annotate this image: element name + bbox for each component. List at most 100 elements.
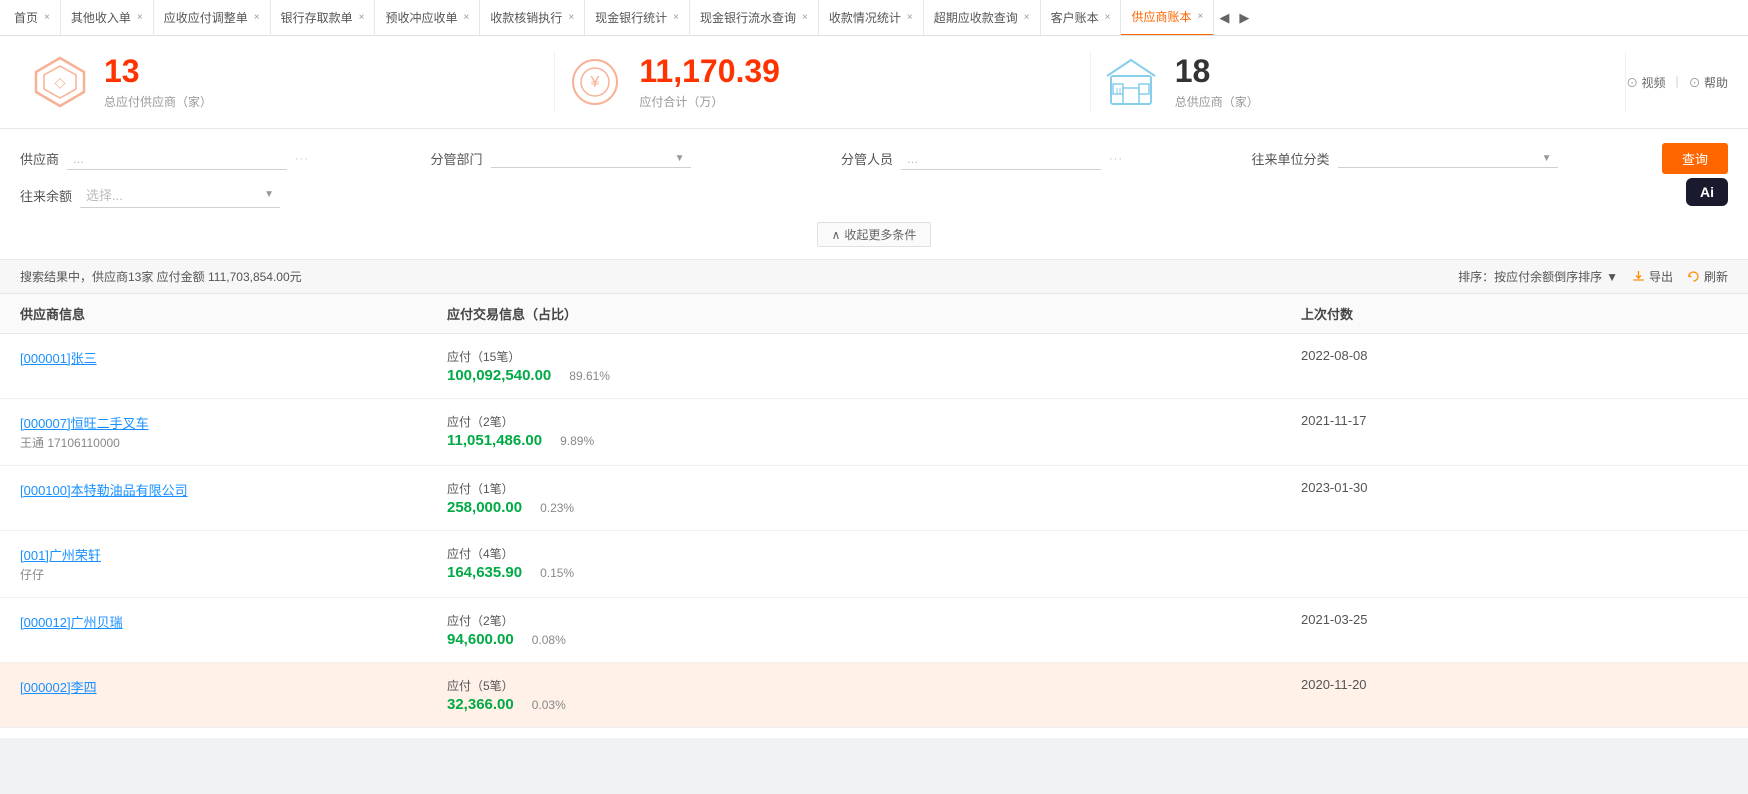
supplier-info-3: [001]广州荣轩 仔仔 xyxy=(20,545,447,583)
supplier-link-0[interactable]: [000001]张三 xyxy=(20,351,97,366)
payable-icon: ¥ xyxy=(565,52,625,112)
summary-actions: ⊙ 视频 | ⊙ 帮助 xyxy=(1626,74,1728,91)
supplier-icon: ◇ xyxy=(30,52,90,112)
supplier-info-0: [000001]张三 xyxy=(20,348,447,367)
col-header-lastpay: 上次付数 xyxy=(1301,304,1728,323)
close-tab-7[interactable]: × xyxy=(802,12,808,23)
close-tab-home[interactable]: × xyxy=(44,12,50,23)
person-input[interactable] xyxy=(901,148,1101,170)
nav-tab-collection[interactable]: 收款核销执行 × xyxy=(480,0,585,36)
table-row[interactable]: [000012]广州贝瑞 应付（2笔） 94,600.00 0.08% 2021… xyxy=(0,598,1748,663)
ai-button[interactable]: Ai xyxy=(1686,178,1728,206)
supplier-info-1: [000007]恒旺二手叉车 王通 17106110000 xyxy=(20,413,447,451)
nav-tab-customer-ledger[interactable]: 客户账本 × xyxy=(1041,0,1122,36)
filter-person: 分管人员 ··· xyxy=(841,148,1232,170)
filter-row-2: 往来余额 选择... ▼ xyxy=(20,182,1728,208)
filter-supplier: 供应商 ··· xyxy=(20,148,411,170)
unit-class-chevron: ▼ xyxy=(1542,153,1552,164)
last-pay-1: 2021-11-17 xyxy=(1301,413,1728,428)
balance-placeholder: 选择... xyxy=(86,185,123,204)
tx-info-2: 应付（1笔） 258,000.00 0.23% xyxy=(447,480,1301,516)
tx-info-4: 应付（2笔） 94,600.00 0.08% xyxy=(447,612,1301,648)
last-pay-2: 2023-01-30 xyxy=(1301,480,1728,495)
summary-card-suppliers: ◇ 13 总应付供应商（家） xyxy=(20,52,555,112)
supplier-info-4: [000012]广州贝瑞 xyxy=(20,612,447,631)
top-navigation: 首页 × 其他收入单 × 应收应付调整单 × 银行存取款单 × 预收冲应收单 ×… xyxy=(0,0,1748,36)
nav-tab-home[interactable]: 首页 × xyxy=(4,0,61,36)
table-row[interactable]: [000007]恒旺二手叉车 王通 17106110000 应付（2笔） 11,… xyxy=(0,399,1748,466)
close-tab-10[interactable]: × xyxy=(1105,12,1111,23)
filter-dept: 分管部门 ▼ xyxy=(431,149,822,168)
nav-tab-bank[interactable]: 银行存取款单 × xyxy=(271,0,376,36)
sort-button[interactable]: 排序：按应付余额倒序排序 ▼ xyxy=(1458,268,1618,285)
table-row[interactable]: [001]广州荣轩 仔仔 应付（4笔） 164,635.90 0.15% xyxy=(0,531,1748,598)
export-button[interactable]: 导出 xyxy=(1632,268,1673,285)
card3-number: 18 xyxy=(1175,54,1259,89)
collapse-row: ∧ 收起更多条件 xyxy=(20,216,1728,249)
last-pay-0: 2022-08-08 xyxy=(1301,348,1728,363)
result-text: 搜索结果中，供应商13家 应付金额 111,703,854.00元 xyxy=(20,268,302,285)
person-label: 分管人员 xyxy=(841,149,893,168)
unit-class-label: 往来单位分类 xyxy=(1252,149,1330,168)
nav-tab-cash-flow[interactable]: 现金银行流水查询 × xyxy=(690,0,819,36)
video-link[interactable]: ⊙ 视频 xyxy=(1626,74,1665,91)
supplier-link-3[interactable]: [001]广州荣轩 xyxy=(20,548,101,563)
nav-tab-other-income[interactable]: 其他收入单 × xyxy=(61,0,154,36)
card2-number: 11,170.39 xyxy=(639,54,780,89)
close-tab-5[interactable]: × xyxy=(568,12,574,23)
col-header-supplier: 供应商信息 xyxy=(20,304,447,323)
refresh-icon xyxy=(1687,270,1700,283)
card2-content: 11,170.39 应付合计（万） xyxy=(639,54,780,110)
close-tab-11[interactable]: × xyxy=(1197,11,1203,22)
supplier-info-2: [000100]本特勒油品有限公司 xyxy=(20,480,447,499)
tx-info-0: 应付（15笔） 100,092,540.00 89.61% xyxy=(447,348,1301,384)
collapse-up-icon: ∧ xyxy=(832,228,841,242)
supplier-link-1[interactable]: [000007]恒旺二手叉车 xyxy=(20,416,149,431)
balance-select[interactable]: 选择... ▼ xyxy=(80,182,280,208)
close-tab-1[interactable]: × xyxy=(137,12,143,23)
nav-tab-adjustment[interactable]: 应收应付调整单 × xyxy=(154,0,271,36)
sort-chevron: ▼ xyxy=(1606,270,1618,284)
card1-content: 13 总应付供应商（家） xyxy=(104,54,212,110)
close-tab-9[interactable]: × xyxy=(1024,12,1030,23)
unit-class-select[interactable]: ▼ xyxy=(1338,150,1558,168)
supplier-link-5[interactable]: [000002]李四 xyxy=(20,680,97,695)
nav-tab-cash-stat[interactable]: 现金银行统计 × xyxy=(585,0,690,36)
dept-label: 分管部门 xyxy=(431,149,483,168)
nav-arrow-left[interactable]: ◀ xyxy=(1214,0,1234,36)
summary-bar: ◇ 13 总应付供应商（家） ¥ 11,170.39 应付合计（万） xyxy=(0,36,1748,129)
close-tab-4[interactable]: × xyxy=(463,12,469,23)
close-tab-3[interactable]: × xyxy=(359,12,365,23)
supplier-dots: ··· xyxy=(295,153,309,165)
filter-unit-class: 往来单位分类 ▼ xyxy=(1252,149,1643,168)
table-row[interactable]: [000002]李四 应付（5笔） 32,366.00 0.03% 2020-1… xyxy=(0,663,1748,728)
card2-label: 应付合计（万） xyxy=(639,93,780,110)
filter-balance: 往来余额 选择... ▼ xyxy=(20,182,1728,208)
balance-label: 往来余额 xyxy=(20,186,72,205)
last-pay-4: 2021-03-25 xyxy=(1301,612,1728,627)
close-tab-2[interactable]: × xyxy=(254,12,260,23)
table-row[interactable]: [000001]张三 应付（15笔） 100,092,540.00 89.61%… xyxy=(0,334,1748,399)
svg-text:◇: ◇ xyxy=(55,74,66,90)
nav-arrow-right[interactable]: ▶ xyxy=(1234,0,1254,36)
last-pay-5: 2020-11-20 xyxy=(1301,677,1728,692)
dept-chevron: ▼ xyxy=(675,153,685,164)
nav-tab-overdue[interactable]: 超期应收款查询 × xyxy=(924,0,1041,36)
card1-label: 总应付供应商（家） xyxy=(104,93,212,110)
supplier-link-4[interactable]: [000012]广州贝瑞 xyxy=(20,615,123,630)
nav-tab-supplier-ledger[interactable]: 供应商账本 × xyxy=(1121,0,1214,36)
help-link[interactable]: ⊙ 帮助 xyxy=(1689,74,1728,91)
refresh-button[interactable]: 刷新 xyxy=(1687,268,1728,285)
dept-select[interactable]: ▼ xyxy=(491,150,691,168)
filter-row-1: 供应商 ··· 分管部门 ▼ 分管人员 ··· 往来单位分类 ▼ 查询 xyxy=(20,143,1728,174)
data-table: 供应商信息 应付交易信息（占比） 上次付数 [000001]张三 应付（15笔）… xyxy=(0,294,1748,738)
nav-tab-payment-stat[interactable]: 收款情况统计 × xyxy=(819,0,924,36)
table-row[interactable]: [000100]本特勒油品有限公司 应付（1笔） 258,000.00 0.23… xyxy=(0,466,1748,531)
close-tab-8[interactable]: × xyxy=(907,12,913,23)
query-button[interactable]: 查询 xyxy=(1662,143,1728,174)
collapse-button[interactable]: ∧ 收起更多条件 xyxy=(817,222,932,247)
nav-tab-prepay[interactable]: 预收冲应收单 × xyxy=(375,0,480,36)
supplier-input[interactable] xyxy=(67,148,287,170)
supplier-link-2[interactable]: [000100]本特勒油品有限公司 xyxy=(20,483,188,498)
close-tab-6[interactable]: × xyxy=(673,12,679,23)
